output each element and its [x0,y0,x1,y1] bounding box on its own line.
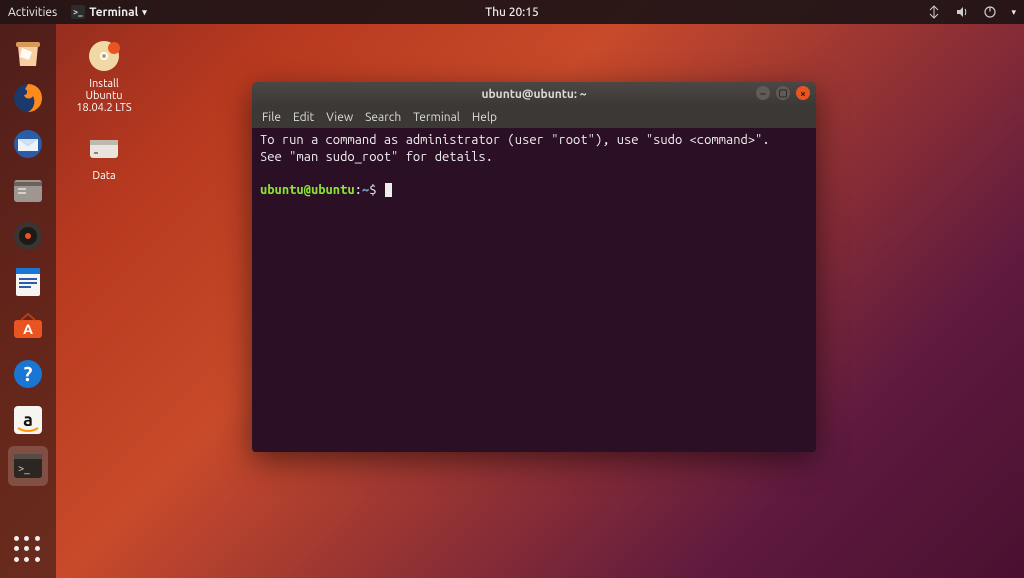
dropdown-arrow-icon: ▾ [142,7,147,18]
firefox-launcher[interactable] [8,78,48,118]
desktop-icon-label: Data [70,170,138,182]
menu-help[interactable]: Help [472,111,497,124]
window-title: ubuntu@ubuntu: ~ [481,88,586,101]
terminal-menubar: File Edit View Search Terminal Help [252,106,816,128]
cd-icon [84,36,124,76]
menu-file[interactable]: File [262,111,281,124]
terminal-titlebar[interactable]: ubuntu@ubuntu: ~ – ▢ × [252,82,816,106]
help-launcher[interactable]: ? [8,354,48,394]
svg-text:?: ? [24,362,33,385]
activities-button[interactable]: Activities [8,6,57,19]
menu-search[interactable]: Search [365,111,401,124]
terminal-output-line: To run a command as administrator (user … [260,133,770,147]
prompt-dollar: $ [369,183,376,197]
menu-edit[interactable]: Edit [293,111,314,124]
terminal-icon: >_ [71,5,85,19]
ubuntu-software-launcher[interactable]: A [8,308,48,348]
terminal-window: ubuntu@ubuntu: ~ – ▢ × File Edit View Se… [252,82,816,452]
libreoffice-writer-launcher[interactable] [8,262,48,302]
svg-text:A: A [23,321,33,337]
app-menu-label: Terminal [89,6,138,19]
desktop-icon-label: Install Ubuntu 18.04.2 LTS [70,78,138,114]
svg-text:>_: >_ [18,463,30,475]
system-menu-arrow-icon[interactable]: ▾ [1011,7,1016,18]
top-bar: Activities >_ Terminal ▾ Thu 20:15 ▾ [0,0,1024,24]
data-volume-desktop-icon[interactable]: Data [70,128,138,182]
volume-icon[interactable] [955,5,969,19]
drive-icon [84,128,124,168]
svg-text:>_: >_ [73,7,83,18]
maximize-button[interactable]: ▢ [776,86,790,100]
show-applications-button[interactable] [14,536,42,564]
thunderbird-launcher[interactable] [8,124,48,164]
prompt-user-host: ubuntu@ubuntu [260,183,355,197]
rhythmbox-launcher[interactable] [8,216,48,256]
desktop-icons: Install Ubuntu 18.04.2 LTS Data [70,36,138,182]
menu-view[interactable]: View [326,111,353,124]
terminal-cursor [385,183,392,197]
prompt-colon: : [355,183,362,197]
window-controls: – ▢ × [756,86,810,100]
amazon-launcher[interactable]: a [8,400,48,440]
close-button[interactable]: × [796,86,810,100]
power-icon[interactable] [983,5,997,19]
minimize-button[interactable]: – [756,86,770,100]
terminal-launcher[interactable]: >_ [8,446,48,486]
clock[interactable]: Thu 20:15 [485,6,539,19]
svg-text:a: a [23,410,33,430]
files-launcher[interactable] [8,170,48,210]
terminal-output-line: See "man sudo_root" for details. [260,150,493,164]
app-menu-button[interactable]: >_ Terminal ▾ [71,5,147,19]
trash-launcher[interactable] [8,32,48,72]
install-ubuntu-desktop-icon[interactable]: Install Ubuntu 18.04.2 LTS [70,36,138,114]
network-icon[interactable] [927,5,941,19]
terminal-body[interactable]: To run a command as administrator (user … [252,128,816,452]
menu-terminal[interactable]: Terminal [413,111,460,124]
launcher-dock: A ? a >_ [0,24,56,578]
